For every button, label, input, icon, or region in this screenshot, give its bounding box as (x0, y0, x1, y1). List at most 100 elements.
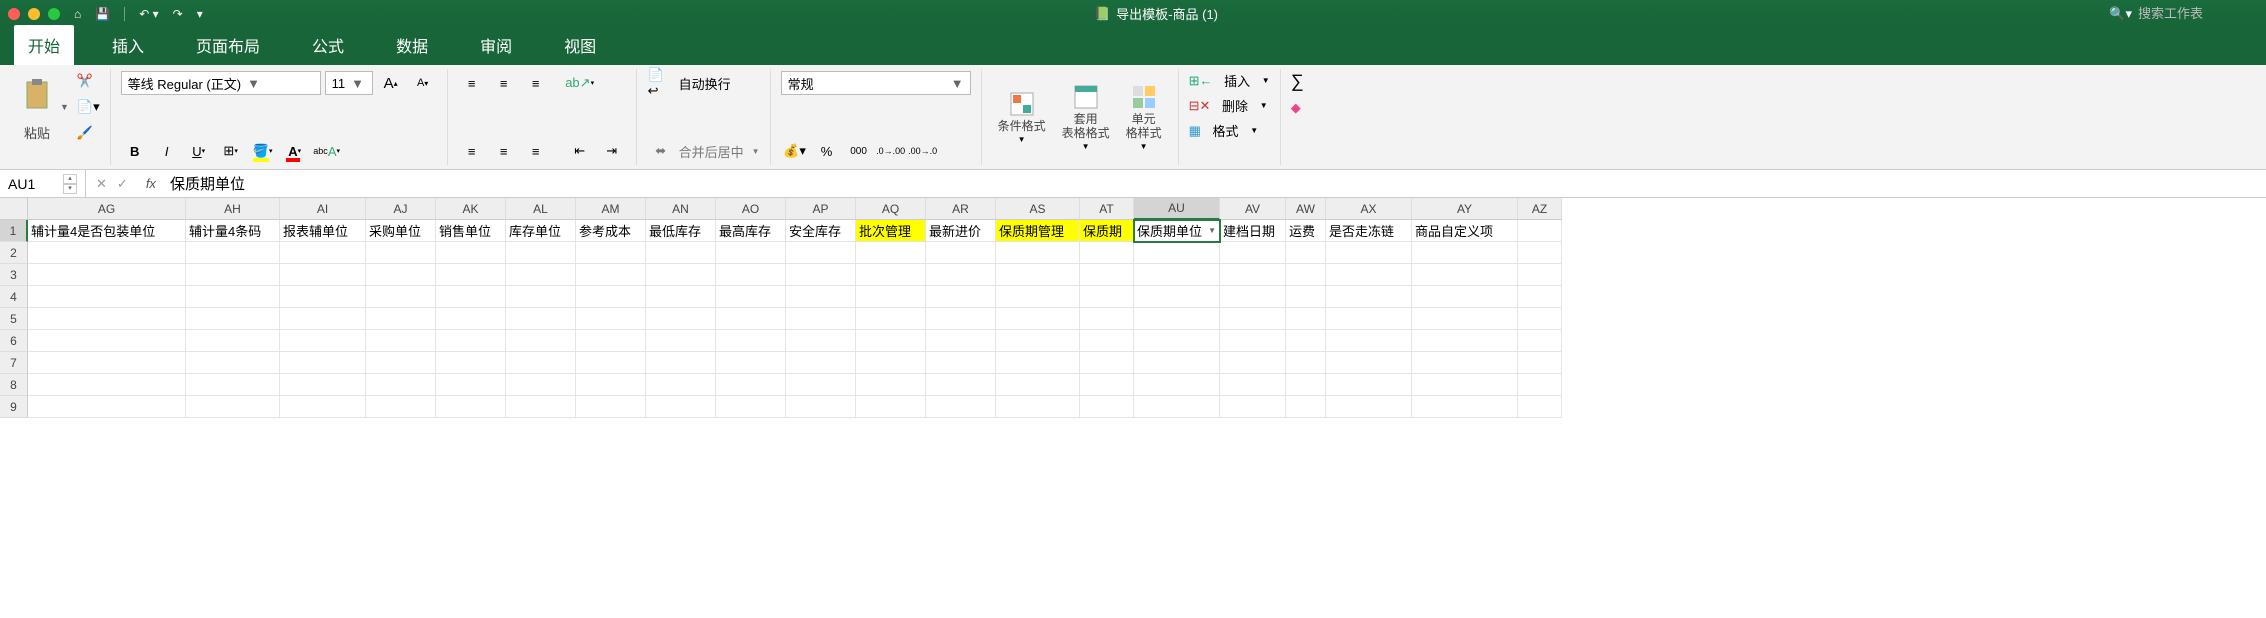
minimize-window[interactable] (28, 8, 40, 20)
cell-AQ7[interactable] (856, 352, 926, 374)
cell-AW8[interactable] (1286, 374, 1326, 396)
font-name-combo[interactable]: 等线 Regular (正文)▼ (121, 71, 321, 95)
copy-icon[interactable]: 📄▾ (77, 99, 100, 115)
cell-AK2[interactable] (436, 242, 506, 264)
cell-AK5[interactable] (436, 308, 506, 330)
cell-AM6[interactable] (576, 330, 646, 352)
wrap-text-icon[interactable]: 📄↩ (647, 71, 675, 95)
cell-AK3[interactable] (436, 264, 506, 286)
cell-AV1[interactable]: 建档日期 (1220, 220, 1286, 242)
cell-AQ2[interactable] (856, 242, 926, 264)
cell-AY6[interactable] (1412, 330, 1518, 352)
cell-AV5[interactable] (1220, 308, 1286, 330)
cancel-formula-icon[interactable]: ✕ (96, 176, 107, 192)
cell-AW2[interactable] (1286, 242, 1326, 264)
col-header-AT[interactable]: AT (1080, 198, 1134, 220)
border-button[interactable]: ⊞▾ (217, 139, 245, 163)
col-header-AN[interactable]: AN (646, 198, 716, 220)
cell-AV2[interactable] (1220, 242, 1286, 264)
fx-icon[interactable]: fx (138, 176, 164, 191)
select-all-corner[interactable] (0, 198, 28, 220)
percent-icon[interactable]: % (813, 139, 841, 163)
cell-AJ2[interactable] (366, 242, 436, 264)
cell-AT9[interactable] (1080, 396, 1134, 418)
cell-AL7[interactable] (506, 352, 576, 374)
col-header-AZ[interactable]: AZ (1518, 198, 1562, 220)
row-header-4[interactable]: 4 (0, 286, 28, 308)
cell-AH9[interactable] (186, 396, 280, 418)
cell-AS6[interactable] (996, 330, 1080, 352)
cell-AL2[interactable] (506, 242, 576, 264)
indent-increase-icon[interactable]: ⇥ (598, 139, 626, 163)
search-input[interactable] (2138, 6, 2258, 21)
save-icon[interactable]: 💾 (95, 7, 110, 21)
cell-AM1[interactable]: 参考成本 (576, 220, 646, 242)
cell-AL4[interactable] (506, 286, 576, 308)
cell-AX4[interactable] (1326, 286, 1412, 308)
cell-AH4[interactable] (186, 286, 280, 308)
cell-AR7[interactable] (926, 352, 996, 374)
tab-页面布局[interactable]: 页面布局 (182, 25, 274, 65)
cell-AO8[interactable] (716, 374, 786, 396)
cell-AT1[interactable]: 保质期 (1080, 220, 1134, 242)
cell-AS3[interactable] (996, 264, 1080, 286)
cell-AX2[interactable] (1326, 242, 1412, 264)
phonetic-button[interactable]: abcA▾ (313, 139, 341, 163)
col-header-AL[interactable]: AL (506, 198, 576, 220)
cell-AQ8[interactable] (856, 374, 926, 396)
cell-AW7[interactable] (1286, 352, 1326, 374)
col-header-AX[interactable]: AX (1326, 198, 1412, 220)
cell-AI2[interactable] (280, 242, 366, 264)
cell-AR5[interactable] (926, 308, 996, 330)
cell-AZ8[interactable] (1518, 374, 1562, 396)
cell-AM2[interactable] (576, 242, 646, 264)
cell-AK7[interactable] (436, 352, 506, 374)
tab-数据[interactable]: 数据 (382, 25, 442, 65)
paste-button[interactable] (18, 71, 56, 119)
cell-AQ3[interactable] (856, 264, 926, 286)
cell-AJ7[interactable] (366, 352, 436, 374)
cell-AJ6[interactable] (366, 330, 436, 352)
undo-icon[interactable]: ↶ ▾ (139, 7, 158, 21)
cell-AZ3[interactable] (1518, 264, 1562, 286)
cell-AI7[interactable] (280, 352, 366, 374)
cell-AL5[interactable] (506, 308, 576, 330)
cell-AR1[interactable]: 最新进价 (926, 220, 996, 242)
cell-AH8[interactable] (186, 374, 280, 396)
col-header-AR[interactable]: AR (926, 198, 996, 220)
close-window[interactable] (8, 8, 20, 20)
cell-AT4[interactable] (1080, 286, 1134, 308)
tab-开始[interactable]: 开始 (14, 25, 74, 65)
italic-button[interactable]: I (153, 139, 181, 163)
cell-AS4[interactable] (996, 286, 1080, 308)
cell-AM5[interactable] (576, 308, 646, 330)
cell-AT8[interactable] (1080, 374, 1134, 396)
shrink-font-icon[interactable]: A▾ (409, 71, 437, 95)
cell-AW5[interactable] (1286, 308, 1326, 330)
cell-AK1[interactable]: 销售单位 (436, 220, 506, 242)
cell-AH2[interactable] (186, 242, 280, 264)
increase-decimal-icon[interactable]: .0→.00 (877, 139, 905, 163)
cell-AV4[interactable] (1220, 286, 1286, 308)
col-header-AV[interactable]: AV (1220, 198, 1286, 220)
cell-AN5[interactable] (646, 308, 716, 330)
cell-AQ5[interactable] (856, 308, 926, 330)
col-header-AJ[interactable]: AJ (366, 198, 436, 220)
cell-AP8[interactable] (786, 374, 856, 396)
cell-AP1[interactable]: 安全库存 (786, 220, 856, 242)
cell-AI1[interactable]: 报表辅单位 (280, 220, 366, 242)
col-header-AG[interactable]: AG (28, 198, 186, 220)
cell-AH6[interactable] (186, 330, 280, 352)
cell-AO3[interactable] (716, 264, 786, 286)
dropdown-icon[interactable]: ▼ (1206, 226, 1216, 235)
cell-AN4[interactable] (646, 286, 716, 308)
qat-customize-icon[interactable]: ▾ (197, 7, 203, 21)
accept-formula-icon[interactable]: ✓ (117, 176, 128, 192)
grow-font-icon[interactable]: A▴ (377, 71, 405, 95)
cell-AO6[interactable] (716, 330, 786, 352)
cell-AS9[interactable] (996, 396, 1080, 418)
cell-AZ2[interactable] (1518, 242, 1562, 264)
tab-插入[interactable]: 插入 (98, 25, 158, 65)
cell-AM9[interactable] (576, 396, 646, 418)
font-color-button[interactable]: A▾ (281, 139, 309, 163)
